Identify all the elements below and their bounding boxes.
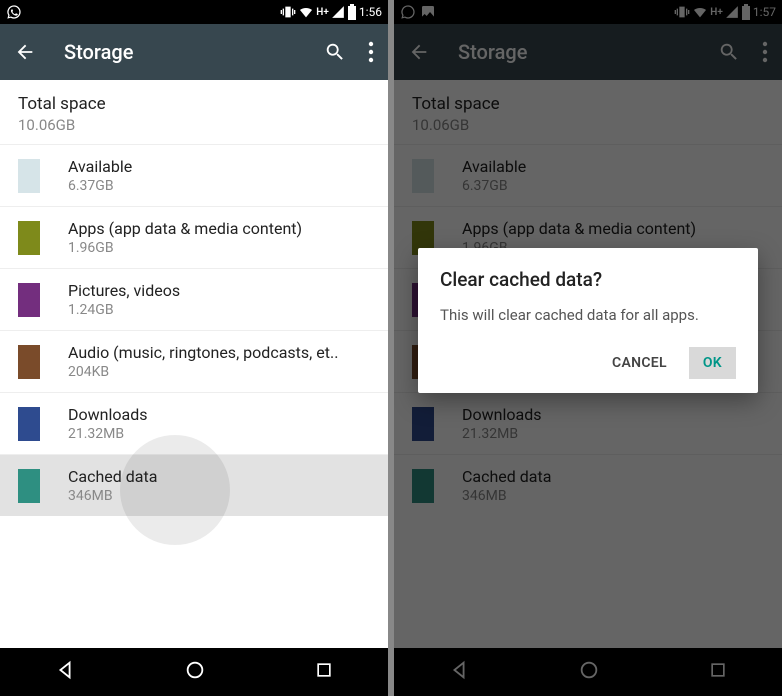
wifi-icon	[298, 4, 314, 20]
nav-bar	[0, 648, 388, 696]
back-button[interactable]	[14, 41, 36, 63]
ok-button[interactable]: OK	[689, 347, 736, 379]
storage-row-pictures[interactable]: Pictures, videos 1.24GB	[0, 268, 388, 330]
search-button[interactable]	[324, 41, 346, 63]
whatsapp-icon	[6, 4, 22, 20]
row-size: 1.24GB	[68, 302, 180, 318]
color-swatch	[18, 283, 40, 317]
row-size: 21.32MB	[68, 426, 147, 442]
row-name: Downloads	[68, 405, 147, 424]
color-swatch	[18, 469, 40, 503]
storage-row-cached[interactable]: Cached data346MB	[0, 454, 388, 516]
cancel-button[interactable]: CANCEL	[598, 347, 681, 379]
row-name: Pictures, videos	[68, 281, 180, 300]
phone-left: H+ 1:56 Storage Total space 10.06GB Avai…	[0, 0, 388, 696]
storage-row-available[interactable]: Available 6.37GB	[0, 144, 388, 206]
dialog-title: Clear cached data?	[440, 268, 736, 291]
network-type: H+	[316, 7, 329, 18]
nav-recents-button[interactable]	[314, 660, 334, 684]
clear-cache-dialog: Clear cached data? This will clear cache…	[418, 248, 758, 393]
color-swatch	[18, 407, 40, 441]
storage-row-apps[interactable]: Apps (app data & media content) 1.96GB	[0, 206, 388, 268]
color-swatch	[18, 221, 40, 255]
storage-list: Total space 10.06GB Available 6.37GB Apps…	[0, 80, 388, 648]
total-space-block: Total space 10.06GB	[0, 80, 388, 144]
phone-right: H+ 1:57 Storage Total space 10.06GB Avai…	[394, 0, 782, 696]
color-swatch	[18, 159, 40, 193]
color-swatch	[18, 345, 40, 379]
clock: 1:56	[359, 5, 382, 19]
row-size: 1.96GB	[68, 240, 302, 256]
total-space-value: 10.06GB	[18, 116, 370, 134]
row-name: Available	[68, 157, 132, 176]
row-size: 204KB	[68, 364, 338, 380]
overflow-menu-button[interactable]	[368, 41, 374, 63]
page-title: Storage	[64, 40, 296, 64]
storage-row-audio[interactable]: Audio (music, ringtones, podcasts, et.. 2…	[0, 330, 388, 392]
dialog-message: This will clear cached data for all apps…	[440, 305, 736, 325]
status-bar: H+ 1:56	[0, 0, 388, 24]
row-size: 6.37GB	[68, 178, 132, 194]
row-name: Apps (app data & media content)	[68, 219, 302, 238]
battery-icon	[347, 4, 357, 20]
signal-icon	[331, 5, 345, 19]
total-space-label: Total space	[18, 94, 370, 114]
touch-ripple	[120, 435, 230, 545]
row-name: Audio (music, ringtones, podcasts, et..	[68, 343, 338, 362]
vibrate-icon	[280, 4, 296, 20]
app-bar: Storage	[0, 24, 388, 80]
nav-home-button[interactable]	[184, 659, 206, 685]
nav-back-button[interactable]	[54, 659, 76, 685]
